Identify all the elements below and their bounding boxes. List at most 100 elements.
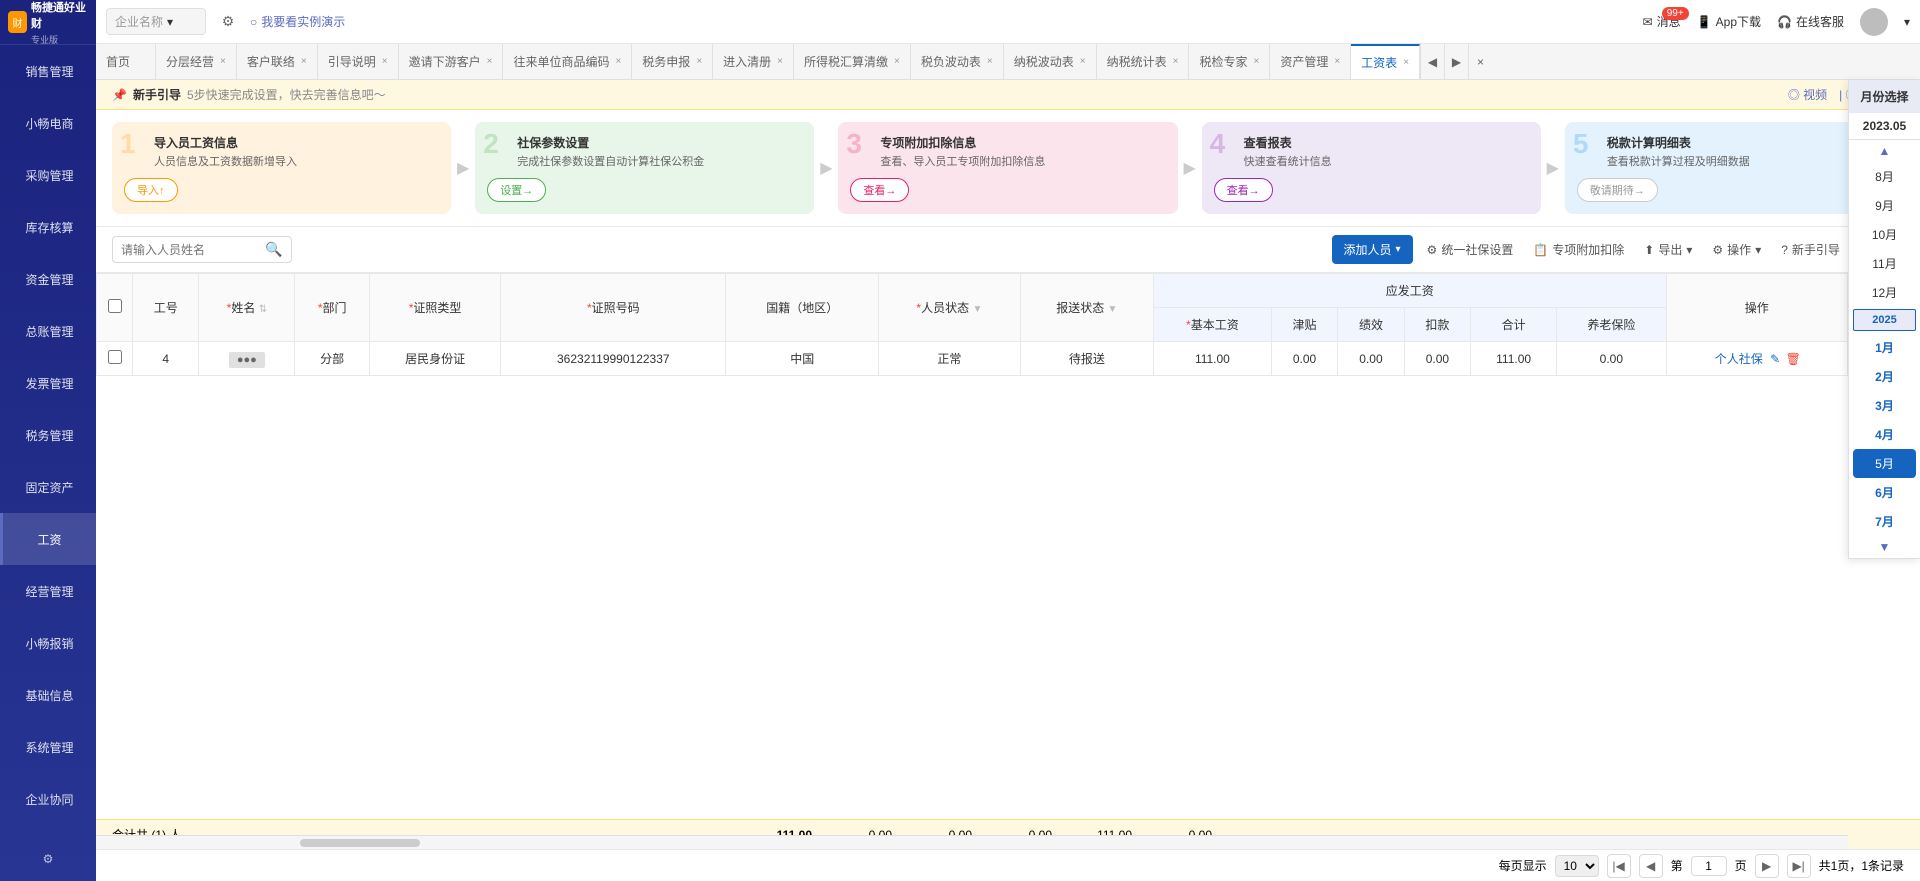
month-11[interactable]: 11月 <box>1849 249 1920 278</box>
month-9[interactable]: 9月 <box>1849 191 1920 220</box>
tab-close-active-icon[interactable]: × <box>1403 57 1409 68</box>
sidebar-item-operations[interactable]: 经营管理 <box>0 565 96 617</box>
sidebar-item-finance[interactable]: 资金管理 <box>0 253 96 305</box>
month-1[interactable]: 1月 <box>1849 333 1920 362</box>
search-icon[interactable]: 🔍 <box>265 241 282 258</box>
tab-layered[interactable]: 分层经营× <box>156 44 237 80</box>
sidebar-item-expense[interactable]: 小畅报销 <box>0 617 96 669</box>
tab-close-icon[interactable]: × <box>615 56 621 67</box>
first-page-button[interactable]: |◀ <box>1607 854 1631 878</box>
next-page-button[interactable]: ▶ <box>1755 854 1779 878</box>
tab-home[interactable]: 首页 <box>96 44 156 80</box>
tab-close-icon[interactable]: × <box>1080 56 1086 67</box>
tab-assets[interactable]: 资产管理× <box>1270 44 1351 80</box>
tab-invite[interactable]: 邀请下游客户× <box>399 44 504 80</box>
month-10[interactable]: 10月 <box>1849 220 1920 249</box>
sidebar-item-payroll[interactable]: 工资 <box>0 513 96 565</box>
newbie-guide-button[interactable]: ? 新手引导 <box>1775 237 1846 262</box>
tab-guide[interactable]: 引导说明× <box>318 44 399 80</box>
tab-close-icon[interactable]: × <box>1334 56 1340 67</box>
tab-customer[interactable]: 客户联络× <box>237 44 318 80</box>
company-dropdown[interactable]: 企业名称 ▾ <box>106 8 206 35</box>
sidebar-item-ecommerce[interactable]: 小畅电商 <box>0 97 96 149</box>
sidebar-settings-icon[interactable]: ⚙ <box>0 837 96 881</box>
username[interactable]: ▾ <box>1904 15 1910 29</box>
app-download-button[interactable]: 📱 App下载 <box>1697 13 1761 30</box>
per-page-select[interactable]: 10 20 50 <box>1555 855 1599 877</box>
add-person-button[interactable]: 添加人员 ▾ <box>1332 235 1413 264</box>
sidebar-item-assets[interactable]: 固定资产 <box>0 461 96 513</box>
step-4-btn[interactable]: 查看→ <box>1214 178 1273 202</box>
last-page-button[interactable]: ▶| <box>1787 854 1811 878</box>
tab-close-icon[interactable]: × <box>894 56 900 67</box>
tab-payroll[interactable]: 工资表× <box>1351 44 1420 80</box>
month-down-icon[interactable]: ▼ <box>1849 536 1920 558</box>
social-security-settings-button[interactable]: ⚙ 统一社保设置 <box>1421 237 1520 262</box>
sidebar-item-system[interactable]: 系统管理 <box>0 721 96 773</box>
month-3[interactable]: 3月 <box>1849 391 1920 420</box>
sidebar-item-invoice[interactable]: 发票管理 <box>0 357 96 409</box>
sidebar-item-sales[interactable]: 销售管理 <box>0 45 96 97</box>
tab-income-tax[interactable]: 所得税汇算清缴× <box>794 44 911 80</box>
tab-tax-wave[interactable]: 纳税波动表× <box>1004 44 1097 80</box>
social-insurance-link[interactable]: 个人社保 <box>1715 352 1763 366</box>
page-input[interactable] <box>1691 856 1727 876</box>
step-2-btn[interactable]: 设置→ <box>487 178 546 202</box>
month-12[interactable]: 12月 <box>1849 278 1920 307</box>
month-8[interactable]: 8月 <box>1849 162 1920 191</box>
tab-roster[interactable]: 进入清册× <box>713 44 794 80</box>
sidebar-item-tax[interactable]: 税务管理 <box>0 409 96 461</box>
step-5-btn[interactable]: 敬请期待→ <box>1577 178 1658 202</box>
settings-icon[interactable]: ⚙ <box>214 8 242 36</box>
filter-icon[interactable]: ▼ <box>1108 304 1118 315</box>
special-deduction-button[interactable]: 📋 专项附加扣除 <box>1527 237 1630 262</box>
tab-close-icon[interactable]: × <box>777 56 783 67</box>
tab-close-all-button[interactable]: × <box>1468 44 1492 80</box>
edit-icon[interactable]: ✎ <box>1770 352 1780 366</box>
online-service-button[interactable]: 🎧 在线客服 <box>1777 13 1844 30</box>
export-button[interactable]: ⬆ 导出 ▾ <box>1638 237 1698 262</box>
row-select-checkbox[interactable] <box>108 350 122 364</box>
scrollbar-thumb[interactable] <box>300 839 420 847</box>
tab-close-icon[interactable]: × <box>1253 56 1259 67</box>
month-2[interactable]: 2月 <box>1849 362 1920 391</box>
tab-next-icon[interactable]: ▶ <box>1444 44 1468 80</box>
tab-close-icon[interactable]: × <box>1173 56 1179 67</box>
sidebar-item-inventory[interactable]: 库存核算 <box>0 201 96 253</box>
actions-button[interactable]: ⚙ 操作 ▾ <box>1706 237 1767 262</box>
month-7[interactable]: 7月 <box>1849 507 1920 536</box>
month-4[interactable]: 4月 <box>1849 420 1920 449</box>
tab-close-icon[interactable]: × <box>487 56 493 67</box>
demo-link[interactable]: ○ 我要看实例演示 <box>250 13 345 30</box>
tab-close-icon[interactable]: × <box>301 56 307 67</box>
sidebar-item-cooperation[interactable]: 企业协同 <box>0 773 96 825</box>
tab-tax-burden[interactable]: 税负波动表× <box>911 44 1004 80</box>
tab-close-icon[interactable]: × <box>220 56 226 67</box>
month-6[interactable]: 6月 <box>1849 478 1920 507</box>
select-all-checkbox[interactable] <box>108 299 122 313</box>
message-button[interactable]: ✉ 消息 99+ <box>1643 13 1681 30</box>
step-3-btn[interactable]: 查看→ <box>850 178 909 202</box>
search-input[interactable] <box>121 243 261 257</box>
tab-tax-report[interactable]: 税务申报× <box>632 44 713 80</box>
tab-prev-icon[interactable]: ◀ <box>1420 44 1444 80</box>
delete-icon[interactable]: 🗑 <box>1786 352 1801 366</box>
horizontal-scrollbar[interactable] <box>96 835 1848 849</box>
user-avatar[interactable] <box>1860 8 1888 36</box>
sidebar-item-purchase[interactable]: 采购管理 <box>0 149 96 201</box>
tab-close-icon[interactable]: × <box>382 56 388 67</box>
filter-icon[interactable]: ▼ <box>972 304 982 315</box>
tab-close-icon[interactable]: × <box>696 56 702 67</box>
video-link[interactable]: ◎ 视频 <box>1788 86 1827 103</box>
sort-icon[interactable]: ⇅ <box>259 304 267 315</box>
tab-tax-stat[interactable]: 纳税统计表× <box>1097 44 1190 80</box>
sidebar-item-basic-info[interactable]: 基础信息 <box>0 669 96 721</box>
tab-barcode[interactable]: 往来单位商品编码× <box>503 44 632 80</box>
tab-close-icon[interactable]: × <box>987 56 993 67</box>
sidebar-item-guide[interactable]: 新手引导 <box>0 825 96 837</box>
prev-page-button[interactable]: ◀ <box>1639 854 1663 878</box>
month-up-icon[interactable]: ▲ <box>1849 140 1920 162</box>
month-5[interactable]: 5月 <box>1853 449 1916 478</box>
step-1-btn[interactable]: 导入↑ <box>124 178 178 202</box>
sidebar-item-ledger[interactable]: 总账管理 <box>0 305 96 357</box>
